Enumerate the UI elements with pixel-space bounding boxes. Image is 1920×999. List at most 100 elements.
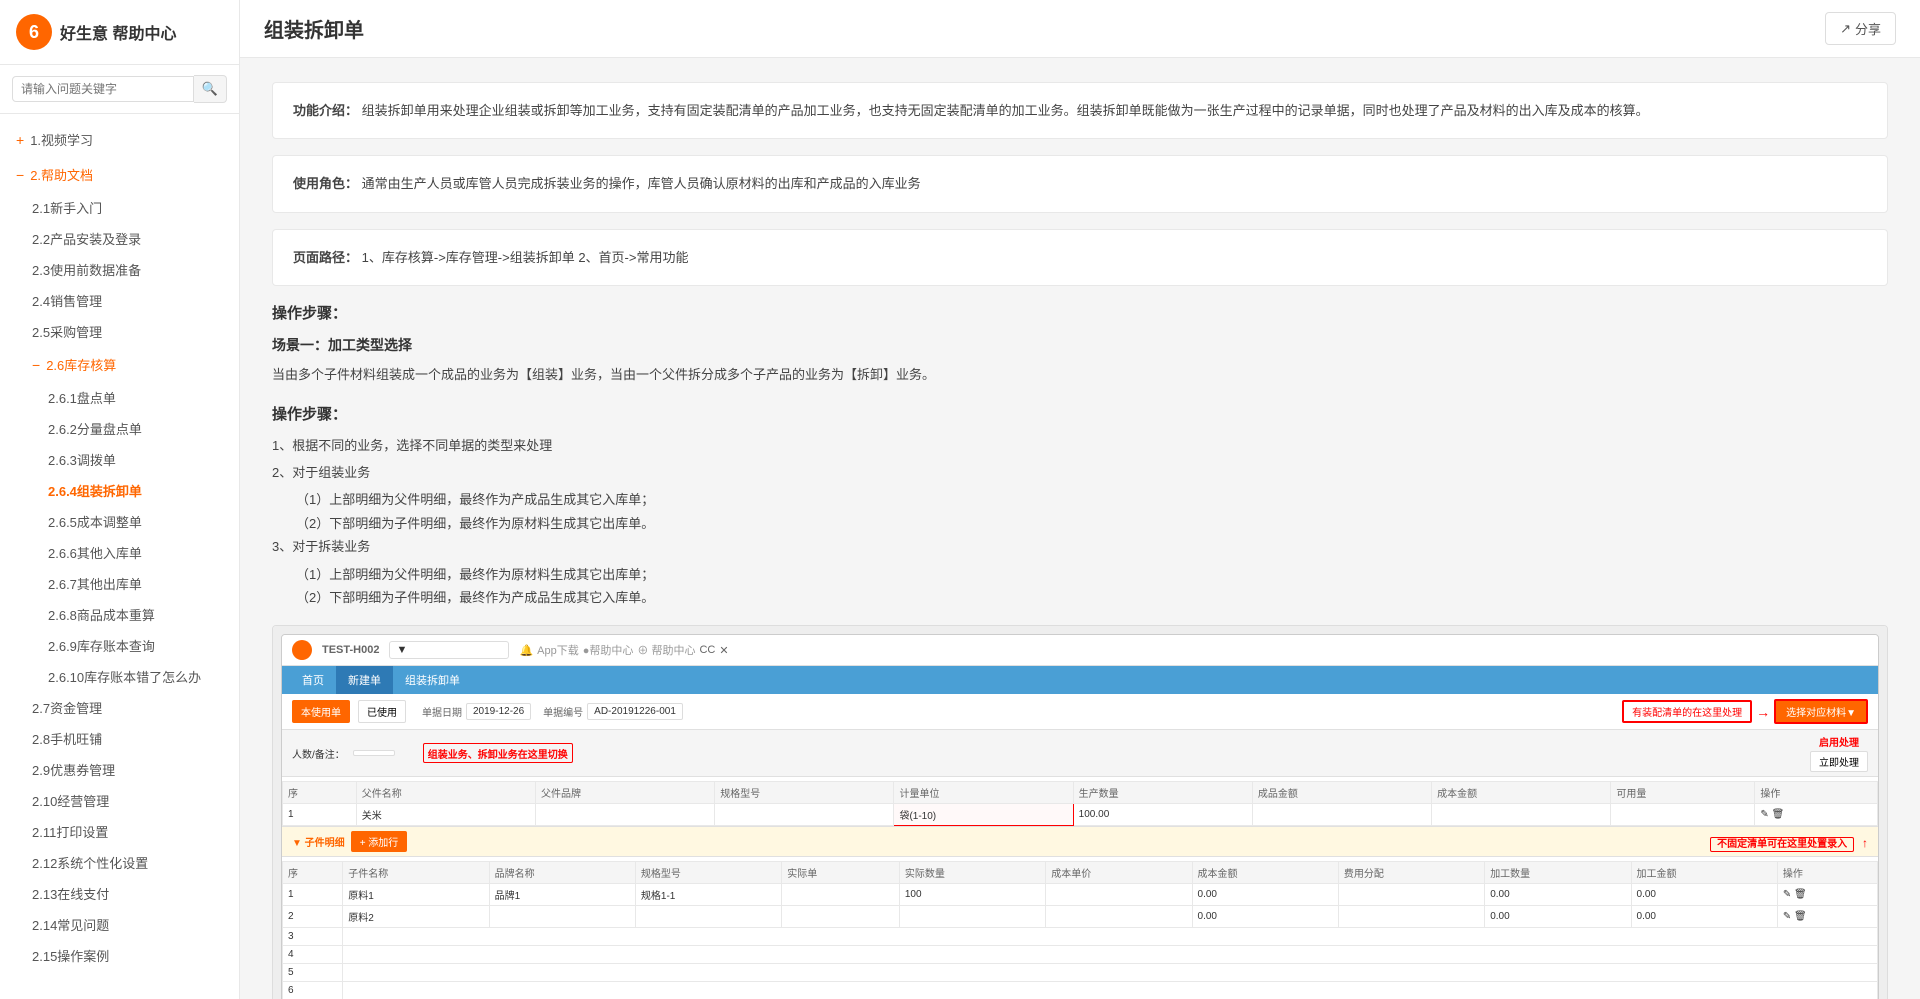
mock-date-value: 2019-12-26 bbox=[466, 703, 531, 720]
sidebar-item-211[interactable]: 2.11打印设置 bbox=[0, 816, 239, 847]
content-area: 功能介绍： 组装拆卸单用来处理企业组装或拆卸等加工业务，支持有固定装配清单的产品… bbox=[240, 58, 1920, 999]
mock-tab-new[interactable]: 新建单 bbox=[336, 666, 393, 694]
top-bar: 组装拆卸单 ↗ 分享 bbox=[240, 0, 1920, 58]
mock-annotation1-area: 有装配清单的在这里处理 → 选择对应材料▼ bbox=[1622, 699, 1868, 724]
app-name: 好生意 帮助中心 bbox=[60, 20, 176, 44]
sidebar-item-purchase[interactable]: 2.5采购管理 bbox=[0, 316, 239, 347]
mock-type-switch[interactable]: 组装业务、拆卸业务在这里切换 bbox=[423, 743, 573, 763]
sidebar-item-268[interactable]: 2.6.8商品成本重算 bbox=[0, 599, 239, 630]
search-button[interactable]: 🔍 bbox=[194, 75, 227, 103]
table-row: 2 原料2 0.00 0.00 bbox=[283, 906, 1878, 928]
role-block: 使用角色： 通常由生产人员或库管人员完成拆装业务的操作，库管人员确认原材料的出库… bbox=[272, 155, 1888, 212]
step3-sub2: （2）下部明细为子件明细，最终作为产成品生成其它入库单。 bbox=[296, 586, 1888, 609]
path-text: 页面路径： 1、库存核算->库存管理->组装拆卸单 2、首页->常用功能 bbox=[293, 246, 1867, 269]
mock-doc-value: AD-20191226-001 bbox=[587, 703, 683, 720]
plus-icon: + bbox=[16, 132, 24, 148]
sidebar-item-261[interactable]: 2.6.1盘点单 bbox=[0, 382, 239, 413]
table-row: 1 关米 袋(1-10) 100.00 ✎ 🗑 bbox=[283, 804, 1878, 826]
mock-select[interactable]: ▼ bbox=[389, 641, 509, 659]
sidebar-header: 6 好生意 帮助中心 bbox=[0, 0, 239, 65]
sidebar-item-267[interactable]: 2.6.7其他出库单 bbox=[0, 568, 239, 599]
sidebar-item-269[interactable]: 2.6.9库存账本查询 bbox=[0, 630, 239, 661]
sidebar-item-install[interactable]: 2.2产品安装及登录 bbox=[0, 223, 239, 254]
table-row: 1 原料1 品牌1 规格1-1 100 0.00 0.00 bbox=[283, 884, 1878, 906]
step1: 1、根据不同的业务，选择不同单据的类型来处理 bbox=[272, 434, 1888, 457]
steps-subtitle: 操作步骤： bbox=[272, 403, 1888, 424]
step2-sub1: （1）上部明细为父件明细，最终作为产成品生成其它入库单； bbox=[296, 488, 1888, 511]
ops-steps-title: 操作步骤： bbox=[272, 302, 1888, 323]
sidebar-item-28[interactable]: 2.8手机旺铺 bbox=[0, 723, 239, 754]
mock-annotation1-label: 有装配清单的在这里处理 bbox=[1622, 700, 1752, 723]
sidebar-item-266[interactable]: 2.6.6其他入库单 bbox=[0, 537, 239, 568]
mock-tab-bar: 首页 新建单 组装拆卸单 bbox=[282, 666, 1878, 694]
sidebar-item-data[interactable]: 2.3使用前数据准备 bbox=[0, 254, 239, 285]
mock-upper-table: 序 父件名称 父件品牌 规格型号 计量单位 生产数量 成品金额 成本金额 可用量 bbox=[282, 781, 1878, 826]
sidebar-item-video[interactable]: + 1.视频学习 bbox=[0, 122, 239, 157]
mock-lower-header: ▼ 子件明细 + 添加行 不固定清单可在这里处置录入 ↑ bbox=[282, 826, 1878, 857]
share-button[interactable]: ↗ 分享 bbox=[1825, 12, 1896, 45]
sidebar-item-214[interactable]: 2.14常见问题 bbox=[0, 909, 239, 940]
main-area: 组装拆卸单 ↗ 分享 功能介绍： 组装拆卸单用来处理企业组装或拆卸等加工业务，支… bbox=[240, 0, 1920, 999]
mock-apply-btn[interactable]: 立即处理 bbox=[1810, 751, 1868, 772]
table-row: 6 bbox=[283, 982, 1878, 999]
step3: 3、对于拆装业务 bbox=[272, 535, 1888, 558]
sidebar-item-264[interactable]: 2.6.4组装拆卸单 bbox=[0, 475, 239, 506]
sidebar: 6 好生意 帮助中心 🔍 + 1.视频学习 − 2.帮助文档 2.1新手入门 2… bbox=[0, 0, 240, 999]
table-row: 3 bbox=[283, 928, 1878, 946]
table-row: 4 bbox=[283, 946, 1878, 964]
screenshot-mock: TEST-H002 ▼ 🔔 App下载 ●帮助中心 ⊕ 帮助中心 CC ✕ bbox=[273, 626, 1887, 999]
mock-select-material[interactable]: 选择对应材料▼ bbox=[1774, 699, 1868, 724]
mock-arrow-right: → bbox=[1756, 704, 1770, 720]
search-input[interactable] bbox=[12, 76, 194, 102]
mock-header: TEST-H002 ▼ 🔔 App下载 ●帮助中心 ⊕ 帮助中心 CC ✕ bbox=[282, 635, 1878, 666]
app-logo: 6 bbox=[16, 14, 52, 50]
screenshot-container: TEST-H002 ▼ 🔔 App下载 ●帮助中心 ⊕ 帮助中心 CC ✕ bbox=[272, 625, 1888, 999]
mock-doc-label: 单据编号 bbox=[543, 704, 583, 719]
mock-logo-icon bbox=[292, 640, 312, 660]
sidebar-item-2610[interactable]: 2.6.10库存账本错了怎么办 bbox=[0, 661, 239, 692]
mock-annotation5-area: 不固定清单可在这里处置录入 ↑ bbox=[1710, 834, 1868, 850]
page-title: 组装拆卸单 bbox=[264, 14, 364, 43]
step2: 2、对于组装业务 bbox=[272, 461, 1888, 484]
mock-tab-list[interactable]: 组装拆卸单 bbox=[393, 666, 472, 694]
sidebar-item-29[interactable]: 2.9优惠券管理 bbox=[0, 754, 239, 785]
sidebar-item-215[interactable]: 2.15操作案例 bbox=[0, 940, 239, 971]
func-intro-text: 功能介绍： 组装拆卸单用来处理企业组装或拆卸等加工业务，支持有固定装配清单的产品… bbox=[293, 99, 1867, 122]
minus-icon-2: − bbox=[32, 357, 40, 373]
mock-btn-save[interactable]: 本使用单 bbox=[292, 700, 350, 723]
table-row: 5 bbox=[283, 964, 1878, 982]
mock-nav-icons: 🔔 App下载 ●帮助中心 ⊕ 帮助中心 CC ✕ bbox=[519, 642, 728, 658]
func-intro-block: 功能介绍： 组装拆卸单用来处理企业组装或拆卸等加工业务，支持有固定装配清单的产品… bbox=[272, 82, 1888, 139]
minus-icon: − bbox=[16, 167, 24, 183]
mock-tab-home[interactable]: 首页 bbox=[290, 666, 336, 694]
sidebar-item-210[interactable]: 2.10经营管理 bbox=[0, 785, 239, 816]
sidebar-item-262[interactable]: 2.6.2分量盘点单 bbox=[0, 413, 239, 444]
screenshot-inner: TEST-H002 ▼ 🔔 App下载 ●帮助中心 ⊕ 帮助中心 CC ✕ bbox=[281, 634, 1879, 999]
sidebar-item-27[interactable]: 2.7资金管理 bbox=[0, 692, 239, 723]
mock-subtoolbar: 人数/备注： 组装业务、拆卸业务在这里切换 启用处理 立即处理 bbox=[282, 730, 1878, 777]
sidebar-item-inventory[interactable]: − 2.6库存核算 bbox=[0, 347, 239, 382]
mock-form-fields: 单据日期 2019-12-26 单据编号 AD-20191226-001 bbox=[422, 703, 683, 720]
role-text: 使用角色： 通常由生产人员或库管人员完成拆装业务的操作，库管人员确认原材料的出库… bbox=[293, 172, 1867, 195]
sidebar-item-docs[interactable]: − 2.帮助文档 bbox=[0, 157, 239, 192]
share-icon: ↗ bbox=[1840, 21, 1851, 37]
scene1-desc: 当由多个子件材料组装成一个成品的业务为【组装】业务，当由一个父件拆分成多个子产品… bbox=[272, 363, 1888, 386]
sidebar-item-213[interactable]: 2.13在线支付 bbox=[0, 878, 239, 909]
sidebar-item-212[interactable]: 2.12系统个性化设置 bbox=[0, 847, 239, 878]
mock-lower-table-area: 序 子件名称 品牌名称 规格型号 实际单 实际数量 成本单价 成本金额 费用分配 bbox=[282, 857, 1878, 999]
mock-btn-used[interactable]: 已使用 bbox=[358, 700, 406, 723]
step3-sub1: （1）上部明细为父件明细，最终作为原材料生成其它出库单； bbox=[296, 563, 1888, 586]
mock-annotation3-area: 组装业务、拆卸业务在这里切换 bbox=[423, 743, 573, 763]
mock-annotation4-area: 启用处理 立即处理 bbox=[1810, 734, 1868, 772]
mock-toolbar: 本使用单 已使用 单据日期 2019-12-26 单据编号 AD-2019122… bbox=[282, 694, 1878, 730]
step2-sub2: （2）下部明细为子件明细，最终作为原材料生成其它出库单。 bbox=[296, 512, 1888, 535]
mock-upper-table-area: 序 父件名称 父件品牌 规格型号 计量单位 生产数量 成品金额 成本金额 可用量 bbox=[282, 781, 1878, 826]
mock-company: TEST-H002 bbox=[322, 644, 379, 656]
sidebar-item-265[interactable]: 2.6.5成本调整单 bbox=[0, 506, 239, 537]
mock-lower-table: 序 子件名称 品牌名称 规格型号 实际单 实际数量 成本单价 成本金额 费用分配 bbox=[282, 861, 1878, 999]
sidebar-item-new-user[interactable]: 2.1新手入门 bbox=[0, 192, 239, 223]
sidebar-item-sale[interactable]: 2.4销售管理 bbox=[0, 285, 239, 316]
search-container: 🔍 bbox=[0, 65, 239, 114]
mock-add-row-btn[interactable]: + 添加行 bbox=[351, 831, 408, 852]
sidebar-item-263[interactable]: 2.6.3调拨单 bbox=[0, 444, 239, 475]
